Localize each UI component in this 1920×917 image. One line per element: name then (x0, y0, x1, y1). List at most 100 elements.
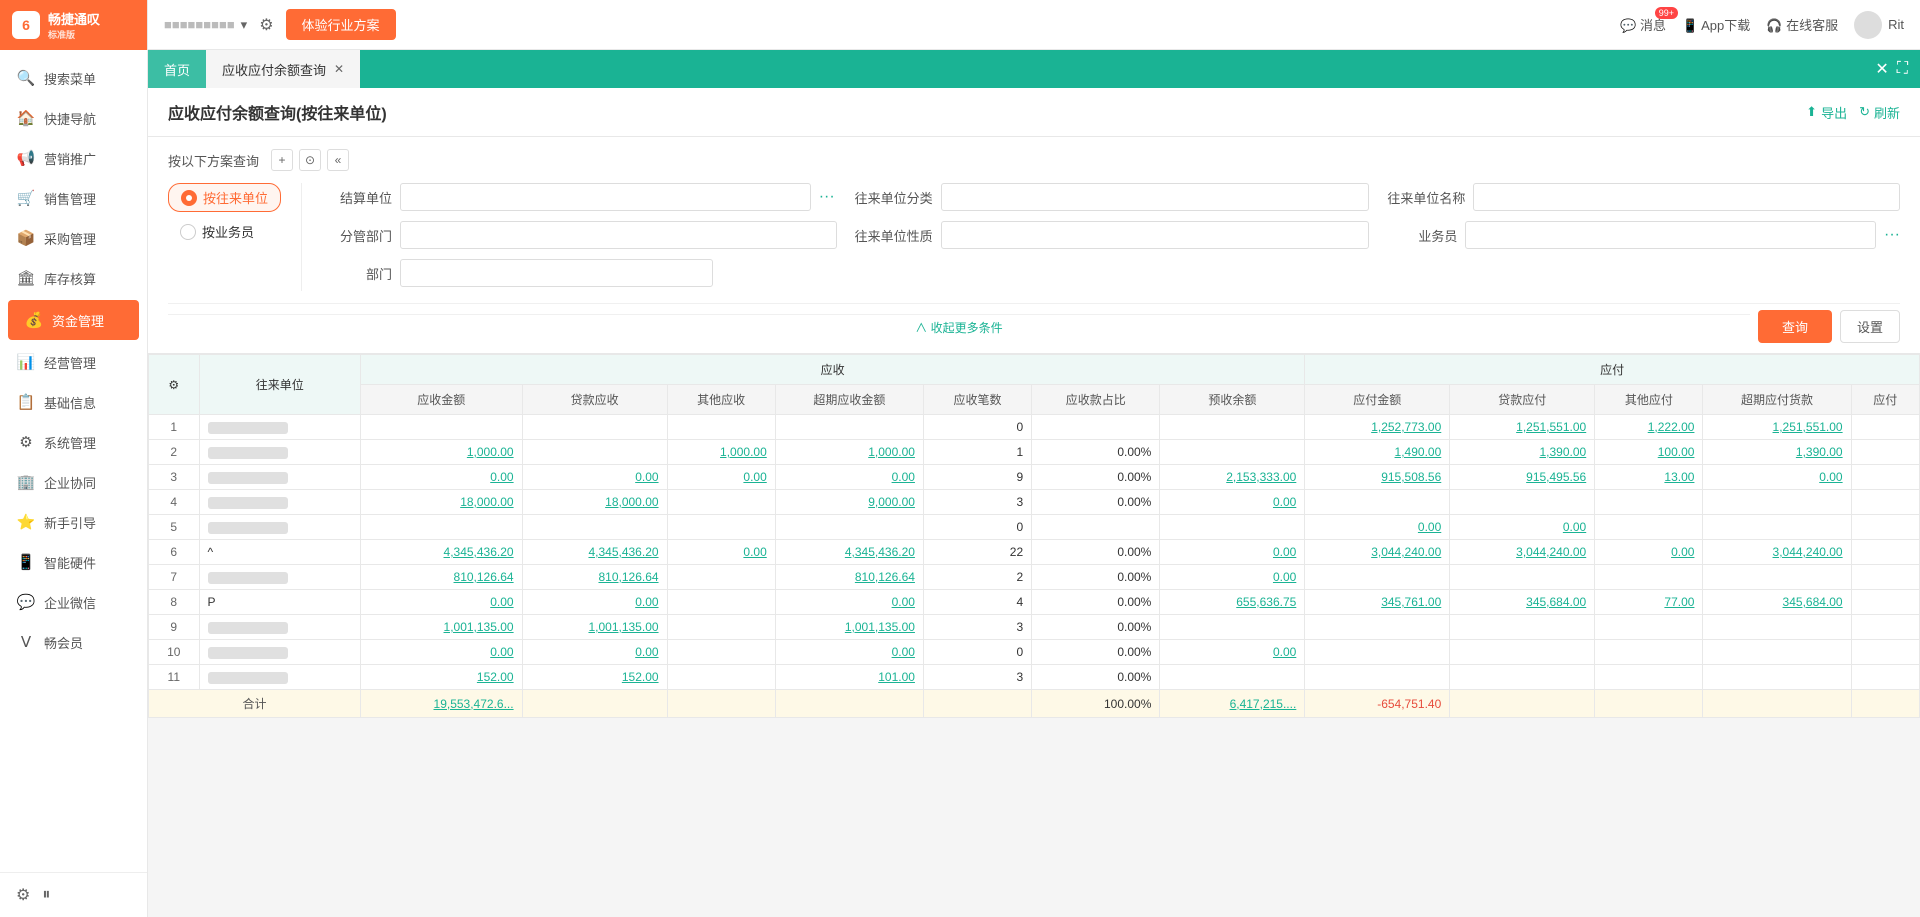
row-cell-recv_count: 3 (923, 490, 1031, 515)
row-cell-recv_amt: 4,345,436.20 (361, 540, 523, 565)
row-cell-advance_bal: 655,636.75 (1160, 590, 1305, 615)
industry-btn[interactable]: 体验行业方案 (286, 9, 396, 40)
setting-button[interactable]: 设置 (1840, 310, 1900, 343)
sidebar-item-vip[interactable]: Ⅴ 畅会员 (0, 622, 147, 662)
sidebar-item-system[interactable]: ⚙ 系统管理 (0, 422, 147, 462)
search-icon-group: + ⊙ « (271, 149, 349, 171)
sidebar-item-basic-info[interactable]: 📋 基础信息 (0, 382, 147, 422)
row-cell-recv_count: 22 (923, 540, 1031, 565)
tab-home[interactable]: 首页 (148, 50, 206, 88)
window-expand-icon[interactable]: ⛶ (1897, 60, 1908, 78)
partner-category-select[interactable] (941, 183, 1370, 211)
sidebar-item-wechat[interactable]: 💬 企业微信 (0, 582, 147, 622)
row-cell-overdue_pay (1703, 515, 1851, 540)
footer-recv-count (923, 690, 1031, 718)
col-other-recv: 其他应收 (667, 385, 775, 415)
col-settings-icon[interactable]: ⚙ (168, 378, 179, 392)
table-footer-row: 合计 19,553,472.6... 100.00% 6,417,215....… (149, 690, 1920, 718)
row-cell-recv_pct: 0.00% (1032, 540, 1160, 565)
settlement-unit-input[interactable] (400, 183, 811, 211)
row-cell-recv_amt (361, 415, 523, 440)
row-cell-loan_pay (1450, 615, 1595, 640)
sidebar-item-management[interactable]: 📊 经营管理 (0, 342, 147, 382)
footer-recv-pct: 100.00% (1032, 690, 1160, 718)
row-cell-pay_col (1851, 490, 1919, 515)
sidebar-item-inventory[interactable]: 🏛 库存核算 (0, 258, 147, 298)
query-button[interactable]: 查询 (1758, 310, 1832, 343)
row-cell-overdue_recv: 0.00 (775, 465, 923, 490)
row-partner-name (199, 615, 360, 640)
app-download-area[interactable]: 📱 App下载 (1682, 15, 1750, 34)
sidebar-item-marketing[interactable]: 📢 营销推广 (0, 138, 147, 178)
department-select[interactable] (400, 221, 837, 249)
settlement-more-icon[interactable]: ··· (819, 188, 835, 206)
collapse-icon: ∧ (915, 321, 927, 335)
online-service-area[interactable]: 🎧 在线客服 (1766, 15, 1838, 34)
row-partner-name (199, 490, 360, 515)
sidebar-item-purchase[interactable]: 📦 采购管理 (0, 218, 147, 258)
wechat-icon: 💬 (16, 592, 36, 612)
sidebar-item-enterprise[interactable]: 🏢 企业协同 (0, 462, 147, 502)
dept-select[interactable] (400, 259, 713, 287)
export-button[interactable]: ⬆ 导出 (1806, 103, 1847, 122)
tab-query[interactable]: 应收应付余额查询 ✕ (206, 50, 360, 88)
row-cell-other_pay (1595, 640, 1703, 665)
row-cell-other_recv: 0.00 (667, 465, 775, 490)
gear-icon[interactable]: ⚙ (259, 15, 273, 35)
partner-name-input[interactable] (1473, 183, 1900, 211)
row-partner-name (199, 640, 360, 665)
settings-icon[interactable]: ⚙ (16, 885, 30, 905)
main-content: 应收应付余额查询(按往来单位) ⬆ 导出 ↻ 刷新 按以下方案查询 + ⊙ « (148, 88, 1920, 917)
refresh-button[interactable]: ↻ 刷新 (1859, 103, 1900, 122)
user-area[interactable]: Rit (1854, 11, 1904, 39)
row-partner-name (199, 415, 360, 440)
row-id: 8 (149, 590, 200, 615)
settings-scheme-btn[interactable]: ⊙ (299, 149, 321, 171)
partner-nature-select[interactable] (941, 221, 1370, 249)
notification-area[interactable]: 💬 消息 99+ (1620, 15, 1666, 34)
sidebar-item-smart-device[interactable]: 📱 智能硬件 (0, 542, 147, 582)
breadcrumb: ■■■■■■■■■ ▾ (164, 17, 247, 33)
salesperson-input[interactable] (1465, 221, 1876, 249)
collapse-bar[interactable]: ∧ 收起更多条件 (168, 314, 1750, 343)
view-by-salesperson[interactable]: 按业务员 (168, 218, 281, 245)
filter-area: 结算单位 ··· 往来单位分类 ▾ 往来单位名称 (322, 183, 1900, 291)
row-cell-overdue_pay: 1,251,551.00 (1703, 415, 1851, 440)
row-cell-pay_amt (1305, 665, 1450, 690)
sidebar-item-quick-nav[interactable]: 🏠 快捷导航 (0, 98, 147, 138)
col-pay-extra: 应付 (1851, 385, 1919, 415)
col-recv-count: 应收笔数 (923, 385, 1031, 415)
row-cell-recv_amt: 152.00 (361, 665, 523, 690)
view-by-partner[interactable]: 按往来单位 (168, 183, 281, 212)
row-cell-loan_pay (1450, 665, 1595, 690)
col-group-recv: 应收 (361, 355, 1305, 385)
row-cell-loan_recv: 0.00 (522, 465, 667, 490)
row-cell-pay_amt: 1,252,773.00 (1305, 415, 1450, 440)
sidebar-item-sales[interactable]: 🛒 销售管理 (0, 178, 147, 218)
row-cell-pay_amt (1305, 615, 1450, 640)
window-close-icon[interactable]: ✕ (1875, 59, 1888, 79)
avatar (1854, 11, 1882, 39)
row-cell-recv_count: 0 (923, 640, 1031, 665)
tab-close-icon[interactable]: ✕ (334, 62, 344, 76)
add-scheme-btn[interactable]: + (271, 149, 293, 171)
row-cell-overdue_recv: 0.00 (775, 590, 923, 615)
sidebar-item-finance[interactable]: 💰 资金管理 (8, 300, 139, 340)
collapse-scheme-btn[interactable]: « (327, 149, 349, 171)
row-cell-other_recv (667, 565, 775, 590)
row-cell-other_pay: 100.00 (1595, 440, 1703, 465)
col-other-pay: 其他应付 (1595, 385, 1703, 415)
row-cell-overdue_recv: 4,345,436.20 (775, 540, 923, 565)
row-partner-name (199, 565, 360, 590)
row-id: 6 (149, 540, 200, 565)
collapse-icon[interactable]: ⏸ (42, 886, 50, 904)
col-overdue-pay: 超期应付货款 (1703, 385, 1851, 415)
row-cell-advance_bal (1160, 440, 1305, 465)
sidebar-logo: 6 畅捷通叹 标准版 (0, 0, 147, 50)
row-cell-recv_amt: 1,001,135.00 (361, 615, 523, 640)
sidebar-item-guide[interactable]: ⭐ 新手引导 (0, 502, 147, 542)
sidebar-item-search-menu[interactable]: 🔍 搜索菜单 (0, 58, 147, 98)
row-cell-overdue_recv: 101.00 (775, 665, 923, 690)
salesperson-more-icon[interactable]: ··· (1884, 226, 1900, 244)
col-settings[interactable]: ⚙ (149, 355, 200, 415)
